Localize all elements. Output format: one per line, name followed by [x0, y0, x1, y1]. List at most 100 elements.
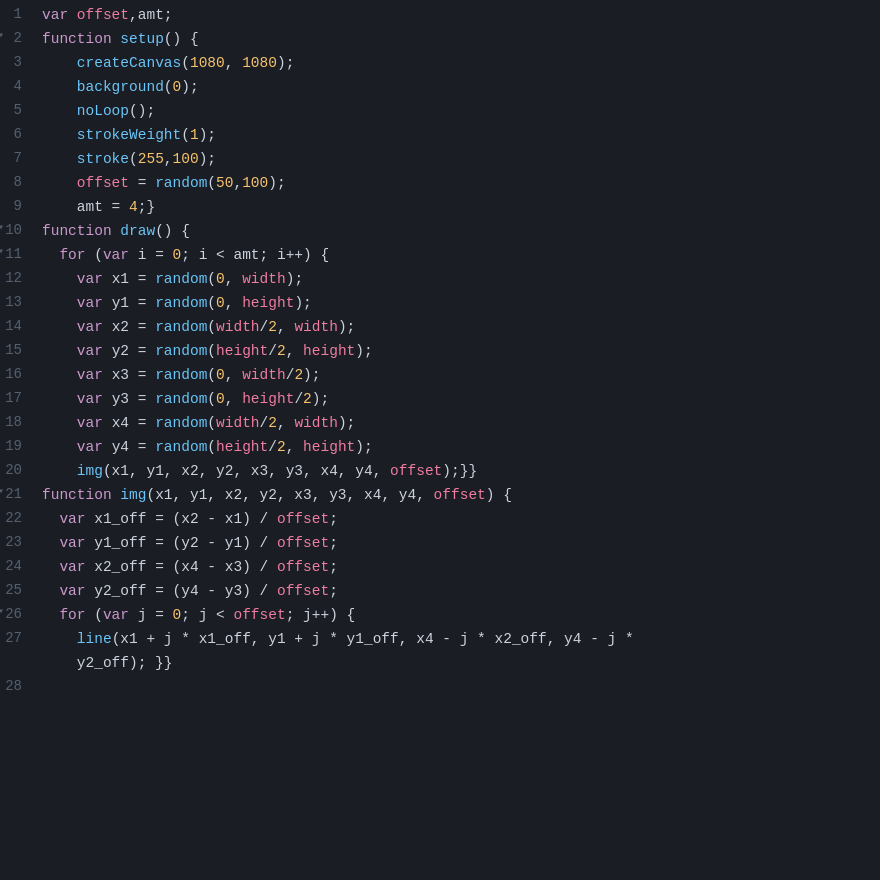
token: );	[199, 151, 216, 167]
token: );	[312, 391, 329, 407]
line-number: 7	[0, 148, 34, 170]
token: );	[181, 79, 198, 95]
line-number: 22	[0, 508, 34, 530]
token: );	[303, 367, 320, 383]
token: for	[59, 247, 94, 263]
token: amt	[77, 199, 103, 215]
token: x2_off = (x4 - x3) /	[94, 559, 277, 575]
token: ,	[225, 271, 242, 287]
token: (	[207, 367, 216, 383]
token: offset	[277, 535, 329, 551]
token: 1080	[190, 55, 225, 71]
code-line: 6 strokeWeight(1);	[0, 124, 880, 148]
token	[42, 319, 77, 335]
code-line: 13 var y1 = random(0, height);	[0, 292, 880, 316]
code-editor: 1var offset,amt;▾2function setup() {3 cr…	[0, 0, 880, 880]
code-line: 14 var x2 = random(width/2, width);	[0, 316, 880, 340]
line-number: 16	[0, 364, 34, 386]
line-number: 23	[0, 532, 34, 554]
token: var	[77, 319, 112, 335]
line-content: var x4 = random(width/2, width);	[34, 412, 880, 434]
token: 2	[277, 343, 286, 359]
token	[42, 295, 77, 311]
code-line: 9 amt = 4;}	[0, 196, 880, 220]
token: (x1, y1, x2, y2, x3, y3, x4, y4,	[103, 463, 390, 479]
token: for	[59, 607, 94, 623]
token: random	[155, 271, 207, 287]
line-content: img(x1, y1, x2, y2, x3, y3, x4, y4, offs…	[34, 460, 880, 482]
token: 2	[268, 319, 277, 335]
token: random	[155, 439, 207, 455]
line-number: ▾21	[0, 484, 34, 506]
token: amt	[138, 7, 164, 23]
token: width	[294, 415, 338, 431]
code-line: 27 line(x1 + j * x1_off, y1 + j * y1_off…	[0, 628, 880, 652]
token: (	[207, 295, 216, 311]
line-content: var offset,amt;	[34, 4, 880, 26]
token	[42, 607, 59, 623]
token: height	[303, 343, 355, 359]
token: (x1 + j * x1_off, y1 + j * y1_off, x4 - …	[112, 631, 634, 647]
line-number: 15	[0, 340, 34, 362]
token: ; j <	[181, 607, 233, 623]
token: width	[216, 415, 260, 431]
token	[42, 415, 77, 431]
token: var	[42, 7, 77, 23]
code-line: 18 var x4 = random(width/2, width);	[0, 412, 880, 436]
code-line: ▾21function img(x1, y1, x2, y2, x3, y3, …	[0, 484, 880, 508]
token: 0	[173, 247, 182, 263]
token: ,	[277, 415, 294, 431]
token: offset	[390, 463, 442, 479]
line-number: 14	[0, 316, 34, 338]
token: img	[120, 487, 146, 503]
token: 0	[216, 295, 225, 311]
token: random	[155, 367, 207, 383]
line-content: var x1 = random(0, width);	[34, 268, 880, 290]
line-number: ▾2	[0, 28, 34, 50]
token: (x1, y1, x2, y2, x3, y3, x4, y4,	[146, 487, 433, 503]
code-line: 12 var x1 = random(0, width);	[0, 268, 880, 292]
line-number: 6	[0, 124, 34, 146]
token: offset	[277, 583, 329, 599]
token: y2 =	[112, 343, 156, 359]
token: 100	[173, 151, 199, 167]
token: j =	[138, 607, 173, 623]
code-line: 7 stroke(255,100);	[0, 148, 880, 172]
token: var	[59, 559, 94, 575]
token: var	[77, 295, 112, 311]
line-content: for (var j = 0; j < offset; j++) {	[34, 604, 880, 626]
token: y2_off); }}	[42, 655, 173, 671]
token	[42, 511, 59, 527]
token: random	[155, 319, 207, 335]
line-number: 9	[0, 196, 34, 218]
token: x1_off = (x2 - x1) /	[94, 511, 277, 527]
line-content: var y2_off = (y4 - y3) / offset;	[34, 580, 880, 602]
line-content: createCanvas(1080, 1080);	[34, 52, 880, 74]
token: );	[277, 55, 294, 71]
line-number: 25	[0, 580, 34, 602]
token: var	[77, 271, 112, 287]
line-number: 12	[0, 268, 34, 290]
token: var	[103, 247, 138, 263]
token: ;	[329, 583, 338, 599]
line-number: 13	[0, 292, 34, 314]
line-number: 3	[0, 52, 34, 74]
token: x4 =	[112, 415, 156, 431]
token: ,	[225, 367, 242, 383]
token: 50	[216, 175, 233, 191]
token: ; i < amt; i++) {	[181, 247, 329, 263]
token: width	[216, 319, 260, 335]
token: height	[242, 391, 294, 407]
line-number: ▾11	[0, 244, 34, 266]
token: function	[42, 31, 120, 47]
code-line: 8 offset = random(50,100);	[0, 172, 880, 196]
token	[42, 631, 77, 647]
line-content: var y4 = random(height/2, height);	[34, 436, 880, 458]
token	[42, 559, 59, 575]
code-line: 1var offset,amt;	[0, 4, 880, 28]
token: );	[355, 439, 372, 455]
token: (	[207, 391, 216, 407]
code-line: 4 background(0);	[0, 76, 880, 100]
token	[42, 55, 77, 71]
token: );	[199, 127, 216, 143]
